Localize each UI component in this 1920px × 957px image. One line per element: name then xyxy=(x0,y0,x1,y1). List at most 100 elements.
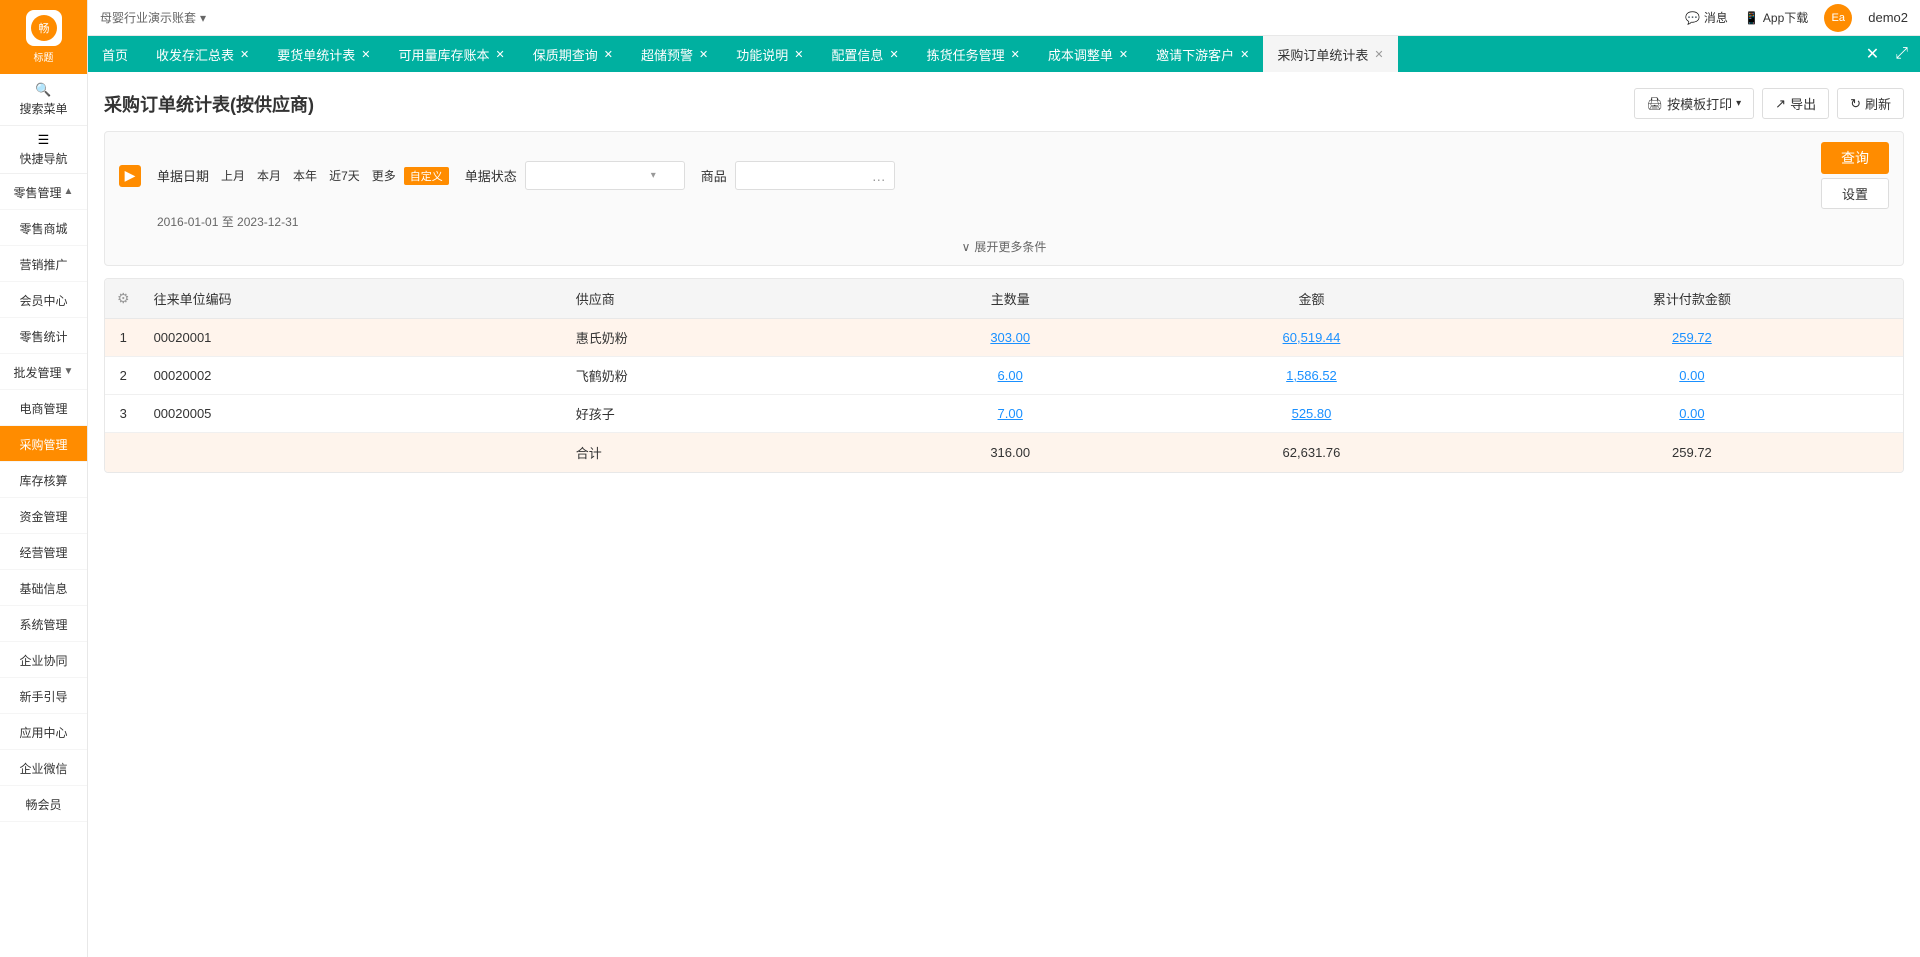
tab-inventory-summary[interactable]: 收发存汇总表 ✕ xyxy=(142,36,263,72)
tab-close-icon[interactable]: ✕ xyxy=(240,48,249,61)
tab-close-icon[interactable]: ✕ xyxy=(889,48,898,61)
expand-more-btn[interactable]: ∨ 展开更多条件 xyxy=(962,238,1047,255)
tab-invite-customer[interactable]: 邀请下游客户 ✕ xyxy=(1142,36,1263,72)
goods-label: 商品 xyxy=(701,166,727,185)
goods-more-icon[interactable]: … xyxy=(872,168,886,184)
tab-purchase-stats[interactable]: 采购订单统计表 ✕ xyxy=(1263,36,1397,72)
sidebar-item-ecommerce[interactable]: 电商管理 xyxy=(0,390,87,426)
sidebar-item-newuser[interactable]: 新手引导 xyxy=(0,678,87,714)
status-select[interactable]: ▾ xyxy=(525,161,685,190)
col-code: 往来单位编码 xyxy=(142,279,564,319)
row-amount[interactable]: 525.80 xyxy=(1142,395,1481,433)
row-paid[interactable]: 259.72 xyxy=(1481,319,1903,357)
sidebar-search-label: 搜索菜单 xyxy=(19,100,67,117)
filter-status-group: 单据状态 ▾ xyxy=(465,161,685,190)
table-row[interactable]: 3 00020005 好孩子 7.00 525.80 0.00 xyxy=(105,395,1903,433)
table-row[interactable]: 1 00020001 惠氏奶粉 303.00 60,519.44 259.72 xyxy=(105,319,1903,357)
sidebar-item-appcenter[interactable]: 应用中心 xyxy=(0,714,87,750)
tab-config[interactable]: 配置信息 ✕ xyxy=(817,36,912,72)
row-amount[interactable]: 60,519.44 xyxy=(1142,319,1481,357)
tab-avail-stock[interactable]: 可用量库存账本 ✕ xyxy=(384,36,518,72)
tab-home-label: 首页 xyxy=(102,45,128,64)
tabs-close-all-icon[interactable]: ✕ xyxy=(1862,44,1883,64)
table-row[interactable]: 2 00020002 飞鹤奶粉 6.00 1,586.52 0.00 xyxy=(105,357,1903,395)
tab-close-icon[interactable]: ✕ xyxy=(1374,48,1383,61)
tab-close-icon[interactable]: ✕ xyxy=(604,48,613,61)
sidebar-item-operations[interactable]: 经营管理 xyxy=(0,534,87,570)
user-avatar[interactable]: Ea xyxy=(1824,4,1852,32)
logo-icon: 畅 xyxy=(26,10,62,46)
tab-close-icon[interactable]: ✕ xyxy=(794,48,803,61)
shortcut-7days[interactable]: 近7天 xyxy=(325,165,364,186)
sidebar-item-finance[interactable]: 资金管理 xyxy=(0,498,87,534)
page-title-actions: 🖨 按模板打印 ▾ ↗ 导出 ↻ 刷新 xyxy=(1634,88,1904,119)
sidebar-item-retail-mgmt[interactable]: 零售管理 ▲ xyxy=(0,174,87,210)
filter-date-group: 单据日期 上月 本月 本年 近7天 更多 自定义 xyxy=(157,165,449,186)
row-qty[interactable]: 303.00 xyxy=(878,319,1142,357)
shortcut-more[interactable]: 更多 xyxy=(368,165,400,186)
tab-expiry[interactable]: 保质期查询 ✕ xyxy=(519,36,627,72)
tab-close-icon[interactable]: ✕ xyxy=(699,48,708,61)
sidebar-item-basic-info[interactable]: 基础信息 xyxy=(0,570,87,606)
goods-input[interactable]: … xyxy=(735,161,895,190)
tab-label: 收发存汇总表 xyxy=(156,45,234,64)
row-paid[interactable]: 0.00 xyxy=(1481,395,1903,433)
tab-order-stats[interactable]: 要货单统计表 ✕ xyxy=(263,36,384,72)
sidebar-nav-label: 快捷导航 xyxy=(19,150,67,167)
export-button[interactable]: ↗ 导出 xyxy=(1762,88,1829,119)
footer-label: 合计 xyxy=(564,433,879,473)
tab-close-icon[interactable]: ✕ xyxy=(1240,48,1249,61)
row-qty[interactable]: 6.00 xyxy=(878,357,1142,395)
query-button[interactable]: 查询 xyxy=(1821,142,1889,174)
sidebar-item-wechat[interactable]: 企业微信 xyxy=(0,750,87,786)
print-button[interactable]: 🖨 按模板打印 ▾ xyxy=(1634,88,1755,119)
sidebar-item-member2[interactable]: 畅会员 xyxy=(0,786,87,822)
content-area: 采购订单统计表(按供应商) 🖨 按模板打印 ▾ ↗ 导出 ↻ 刷新 xyxy=(88,72,1920,957)
sidebar-item-retail-stats[interactable]: 零售统计 xyxy=(0,318,87,354)
sidebar-item-marketing[interactable]: 营销推广 xyxy=(0,246,87,282)
sidebar-item-inventory[interactable]: 库存核算 xyxy=(0,462,87,498)
sidebar-logo-text: 标题 xyxy=(34,49,54,64)
shortcut-this-month[interactable]: 本月 xyxy=(253,165,285,186)
sidebar-item-retail-shop[interactable]: 零售商城 xyxy=(0,210,87,246)
row-paid[interactable]: 0.00 xyxy=(1481,357,1903,395)
gear-icon[interactable]: ⚙ xyxy=(117,290,130,306)
row-amount[interactable]: 1,586.52 xyxy=(1142,357,1481,395)
tab-overstock[interactable]: 超储预警 ✕ xyxy=(627,36,722,72)
data-table: ⚙ 往来单位编码 供应商 主数量 金额 累计付款金额 1 00020001 xyxy=(104,278,1904,473)
filter-goods-group: 商品 … xyxy=(701,161,895,190)
setting-button[interactable]: 设置 xyxy=(1821,178,1889,209)
tab-close-icon[interactable]: ✕ xyxy=(1011,48,1020,61)
tab-close-icon[interactable]: ✕ xyxy=(496,48,505,61)
custom-date-badge[interactable]: 自定义 xyxy=(404,167,449,185)
page: 采购订单统计表(按供应商) 🖨 按模板打印 ▾ ↗ 导出 ↻ 刷新 xyxy=(88,72,1920,957)
tab-label: 要货单统计表 xyxy=(277,45,355,64)
shortcut-last-month[interactable]: 上月 xyxy=(217,165,249,186)
sidebar-item-member[interactable]: 会员中心 xyxy=(0,282,87,318)
sidebar-item-enterprise[interactable]: 企业协同 xyxy=(0,642,87,678)
sidebar-item-purchase[interactable]: 采购管理 xyxy=(0,426,87,462)
row-code: 00020001 xyxy=(142,319,564,357)
app-download-btn[interactable]: 📱 App下载 xyxy=(1744,9,1808,26)
filter-toggle-btn[interactable]: ▶ xyxy=(119,165,141,187)
tab-close-icon[interactable]: ✕ xyxy=(361,48,370,61)
table-footer: 合计 316.00 62,631.76 259.72 xyxy=(105,433,1903,473)
row-qty[interactable]: 7.00 xyxy=(878,395,1142,433)
sidebar-search[interactable]: 🔍 搜索菜单 xyxy=(0,74,87,126)
sidebar-logo[interactable]: 畅 标题 xyxy=(0,0,87,74)
message-btn[interactable]: 💬 消息 xyxy=(1685,9,1728,26)
row-code: 00020002 xyxy=(142,357,564,395)
sidebar-quick-nav[interactable]: ☰ 快捷导航 xyxy=(0,126,87,174)
print-icon: 🖨 xyxy=(1647,96,1664,112)
refresh-button[interactable]: ↻ 刷新 xyxy=(1837,88,1904,119)
sidebar-item-system[interactable]: 系统管理 xyxy=(0,606,87,642)
tab-home[interactable]: 首页 xyxy=(88,36,142,72)
tab-cost-adjust[interactable]: 成本调整单 ✕ xyxy=(1034,36,1142,72)
tab-pick-task[interactable]: 拣货任务管理 ✕ xyxy=(913,36,1034,72)
workspace-selector[interactable]: 母婴行业演示账套 ▾ xyxy=(100,9,1677,26)
tab-function[interactable]: 功能说明 ✕ xyxy=(722,36,817,72)
tabs-fullscreen-icon[interactable]: ⤢ xyxy=(1891,45,1912,63)
sidebar-item-wholesale[interactable]: 批发管理 ▼ xyxy=(0,354,87,390)
tab-close-icon[interactable]: ✕ xyxy=(1119,48,1128,61)
shortcut-this-year[interactable]: 本年 xyxy=(289,165,321,186)
